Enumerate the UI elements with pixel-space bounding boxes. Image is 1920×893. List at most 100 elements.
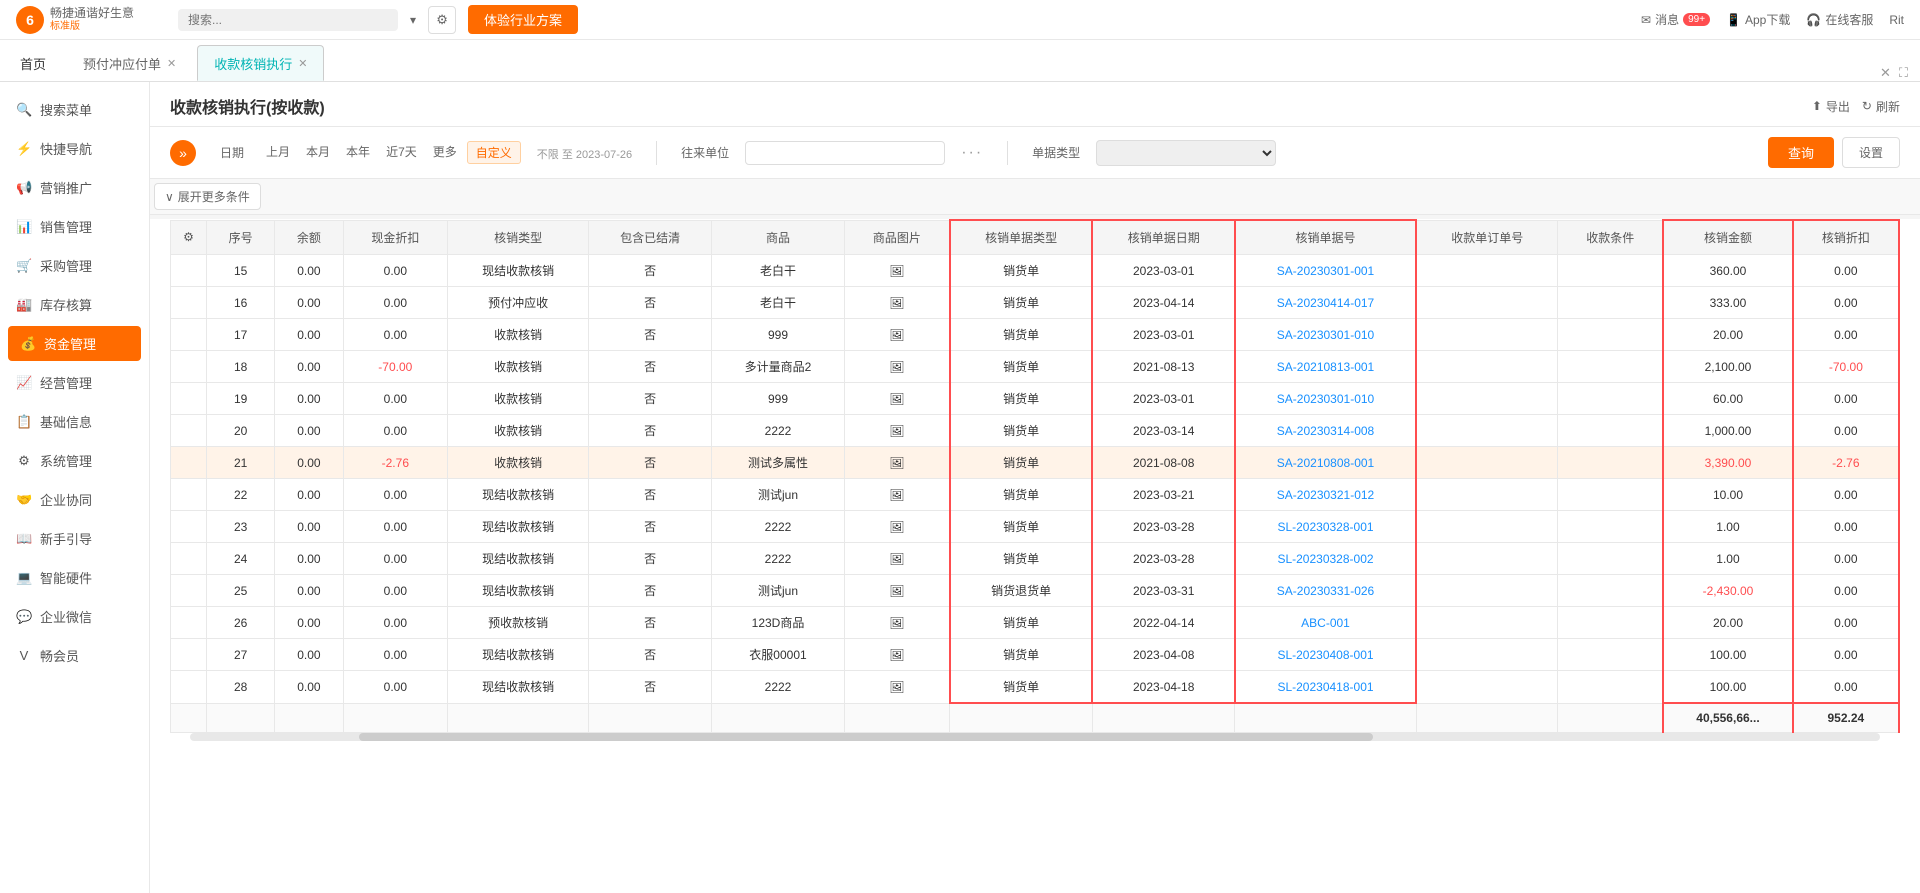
- scroll-thumb[interactable]: [359, 733, 1373, 741]
- cell-bill_no[interactable]: SA-20210813-001: [1235, 351, 1416, 383]
- industry-solution-button[interactable]: 体验行业方案: [468, 5, 578, 34]
- sidebar-item-basic[interactable]: 📋 基础信息: [0, 402, 149, 441]
- filter-actions: 查询 设置: [1768, 137, 1900, 168]
- cell-bill_type: 销货单: [950, 319, 1093, 351]
- cell-bill_no[interactable]: SL-20230328-001: [1235, 511, 1416, 543]
- gear-button[interactable]: ⚙: [428, 6, 456, 34]
- col-balance-header: 余额: [275, 220, 343, 255]
- settings-button[interactable]: 设置: [1842, 137, 1900, 168]
- cell-bill_no[interactable]: SL-20230418-001: [1235, 671, 1416, 704]
- maximize-icon[interactable]: ⛶: [1899, 65, 1908, 81]
- cell-write_off_amount: 333.00: [1663, 287, 1792, 319]
- sidebar-item-marketing[interactable]: 📢 营销推广: [0, 168, 149, 207]
- cell-goods: 2222: [712, 671, 845, 704]
- user-name-button[interactable]: Rit: [1889, 13, 1904, 27]
- refresh-button[interactable]: ↻ 刷新: [1862, 98, 1900, 115]
- sidebar-item-inventory[interactable]: 🏭 库存核算: [0, 285, 149, 324]
- cell-bill_no[interactable]: SL-20230328-002: [1235, 543, 1416, 575]
- top-search-input[interactable]: [178, 9, 398, 31]
- cell-seq: 23: [207, 511, 275, 543]
- sidebar-item-purchase[interactable]: 🛒 采购管理: [0, 246, 149, 285]
- more-date-btn[interactable]: 更多: [427, 141, 463, 164]
- custom-date-btn[interactable]: 自定义: [467, 141, 521, 164]
- cell-bill_no[interactable]: SL-20230408-001: [1235, 639, 1416, 671]
- top-dropdown-btn[interactable]: ▾: [410, 13, 416, 27]
- hardware-icon: 💻: [16, 570, 32, 586]
- cell-bill_no[interactable]: SA-20230301-010: [1235, 319, 1416, 351]
- inventory-icon: 🏭: [16, 297, 32, 313]
- date-range-display: 不限 至 2023-07-26: [537, 146, 632, 162]
- close-writeoff-tab-icon[interactable]: ✕: [298, 57, 307, 70]
- table-row: 260.000.00预收款核销否123D商品🖼销货单2022-04-14ABC-…: [171, 607, 1900, 639]
- cell-include_settled: 否: [589, 287, 712, 319]
- cell-write_off_amount: 1.00: [1663, 543, 1792, 575]
- cell-bill_date: 2021-08-13: [1092, 351, 1235, 383]
- table-row: 250.000.00现结收款核销否测试jun🖼销货退货单2023-03-31SA…: [171, 575, 1900, 607]
- cell-bill_type: 销货单: [950, 511, 1093, 543]
- query-button[interactable]: 查询: [1768, 137, 1834, 168]
- cell-write_off_amount: 20.00: [1663, 607, 1792, 639]
- expand-more-button[interactable]: ∨ 展开更多条件: [154, 183, 261, 210]
- cell-bill_no[interactable]: SA-20210808-001: [1235, 447, 1416, 479]
- last-7days-btn[interactable]: 近7天: [380, 141, 423, 164]
- sidebar-item-system[interactable]: ⚙ 系统管理: [0, 441, 149, 480]
- cell-include_settled: 否: [589, 415, 712, 447]
- message-button[interactable]: ✉ 消息 99+: [1641, 11, 1710, 28]
- from-unit-input[interactable]: [745, 141, 945, 165]
- bill-type-select[interactable]: [1096, 140, 1276, 166]
- sidebar-item-finance[interactable]: 💰 资金管理: [8, 326, 141, 361]
- this-year-btn[interactable]: 本年: [340, 141, 376, 164]
- summary-cell: [950, 703, 1093, 733]
- announce-arrow-button[interactable]: »: [170, 140, 196, 166]
- this-month-btn[interactable]: 本月: [300, 141, 336, 164]
- cell-receipt_order_no: [1416, 543, 1558, 575]
- cell-bill_no[interactable]: SA-20230321-012: [1235, 479, 1416, 511]
- cell-receipt_order_no: [1416, 575, 1558, 607]
- table-container[interactable]: ⚙ 序号 余额 现金折扣 核销类型 包含已结清 商品 商品图片 核销单据类型 核…: [150, 219, 1920, 893]
- tab-prepay[interactable]: 预付冲应付单 ✕: [66, 45, 193, 81]
- tab-home[interactable]: 首页: [4, 45, 62, 81]
- cell-cash_discount: 0.00: [343, 607, 448, 639]
- sidebar-item-corp[interactable]: 🤝 企业协同: [0, 480, 149, 519]
- last-month-btn[interactable]: 上月: [260, 141, 296, 164]
- table-row: 270.000.00现结收款核销否衣服00001🖼销货单2023-04-08SL…: [171, 639, 1900, 671]
- sidebar-item-sales[interactable]: 📊 销售管理: [0, 207, 149, 246]
- online-service-button[interactable]: 🎧 在线客服: [1806, 11, 1873, 28]
- filter-divider: [656, 141, 657, 165]
- cell-goods_image: 🖼: [844, 511, 949, 543]
- cell-bill_no[interactable]: SA-20230301-001: [1235, 255, 1416, 287]
- cell-bill_date: 2023-03-21: [1092, 479, 1235, 511]
- sidebar-item-quicknav[interactable]: ⚡ 快捷导航: [0, 129, 149, 168]
- sidebar-item-operations[interactable]: 📈 经营管理: [0, 363, 149, 402]
- cell-write_off_amount: 360.00: [1663, 255, 1792, 287]
- sidebar-item-wechat[interactable]: 💬 企业微信: [0, 597, 149, 636]
- cell-goods_image: 🖼: [844, 479, 949, 511]
- col-settings-header[interactable]: ⚙: [171, 220, 207, 255]
- export-button[interactable]: ⬆ 导出: [1812, 98, 1850, 115]
- sidebar-item-member[interactable]: V 畅会员: [0, 636, 149, 675]
- table-settings-icon[interactable]: ⚙: [183, 230, 194, 244]
- close-all-tabs-icon[interactable]: ✕: [1880, 65, 1891, 81]
- cell-bill_no[interactable]: SA-20230314-008: [1235, 415, 1416, 447]
- sidebar-item-guide[interactable]: 📖 新手引导: [0, 519, 149, 558]
- cell-bill_no[interactable]: SA-20230301-010: [1235, 383, 1416, 415]
- cell-bill_no[interactable]: ABC-001: [1235, 607, 1416, 639]
- cell-receipt_condition: [1558, 575, 1663, 607]
- close-prepay-tab-icon[interactable]: ✕: [167, 57, 176, 70]
- sidebar-item-search[interactable]: 🔍 搜索菜单: [0, 90, 149, 129]
- cell-bill_no[interactable]: SA-20230331-026: [1235, 575, 1416, 607]
- cell-seq: 19: [207, 383, 275, 415]
- cell-write_off_discount: 0.00: [1793, 639, 1899, 671]
- guide-icon: 📖: [16, 531, 32, 547]
- app-download-button[interactable]: 📱 App下载: [1726, 11, 1790, 28]
- main-layout: 🔍 搜索菜单 ⚡ 快捷导航 📢 营销推广 📊 销售管理 🛒 采购管理 🏭 库存核…: [0, 82, 1920, 893]
- cell-bill_no[interactable]: SA-20230414-017: [1235, 287, 1416, 319]
- tab-writeoff[interactable]: 收款核销执行 ✕: [197, 45, 324, 81]
- cell-write_off_discount: 0.00: [1793, 607, 1899, 639]
- cell-receipt_order_no: [1416, 447, 1558, 479]
- cell-bill_date: 2023-04-08: [1092, 639, 1235, 671]
- cell-bill_date: 2022-04-14: [1092, 607, 1235, 639]
- cell-goods_image: 🖼: [844, 319, 949, 351]
- horizontal-scrollbar[interactable]: [190, 733, 1880, 741]
- sidebar-item-hardware[interactable]: 💻 智能硬件: [0, 558, 149, 597]
